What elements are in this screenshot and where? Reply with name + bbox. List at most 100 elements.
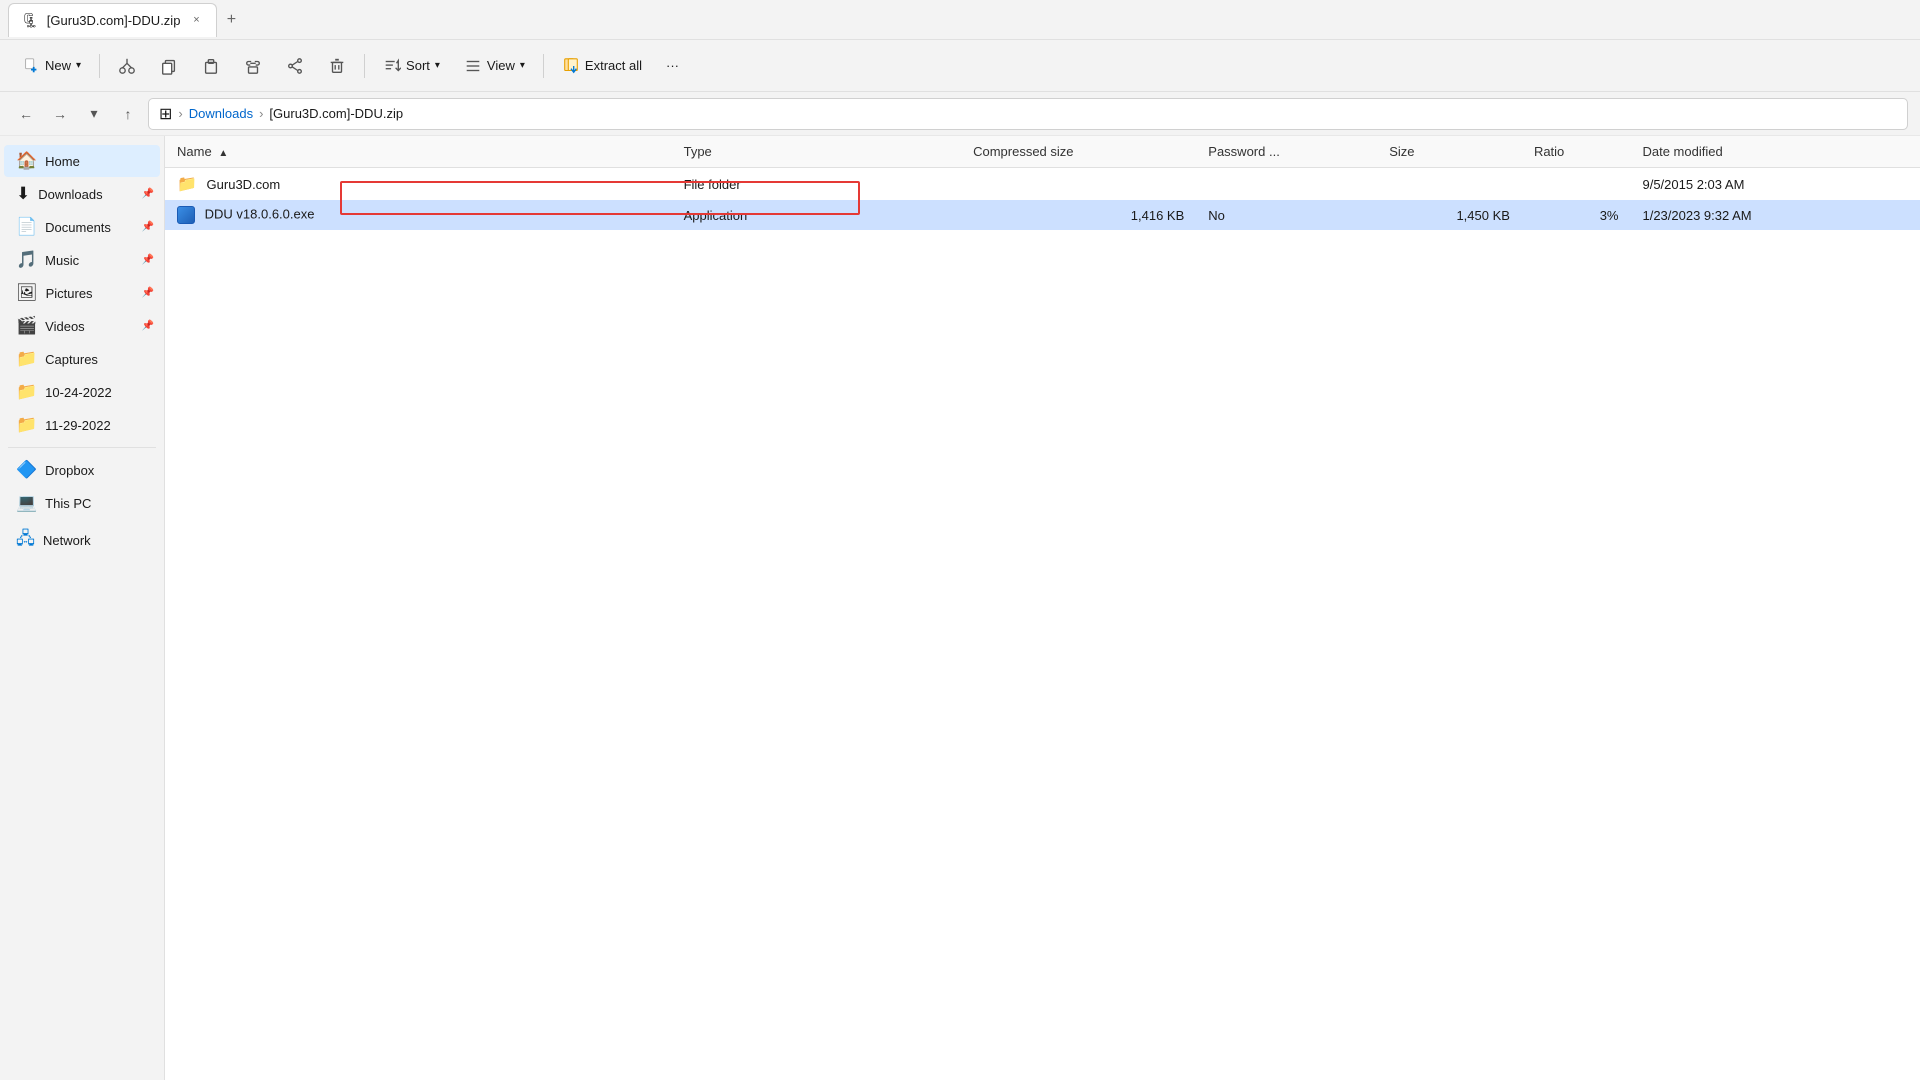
share-button[interactable] [276, 51, 314, 81]
recent-button[interactable]: ▾ [80, 100, 108, 128]
tab-close-button[interactable]: × [188, 12, 204, 28]
thispc-icon: 💻 [16, 493, 37, 513]
cell-type-guru3d: File folder [672, 168, 961, 201]
cell-compressed-ddu: 1,416 KB [961, 200, 1196, 230]
forward-button[interactable]: → [46, 100, 74, 128]
view-label: View [487, 58, 515, 73]
sidebar-network-label: Network [43, 533, 91, 548]
paste-icon [202, 57, 220, 75]
sort-label: Sort [406, 58, 430, 73]
sidebar-pictures-label: Pictures [46, 286, 93, 301]
sidebar-10242022-label: 10-24-2022 [45, 385, 112, 400]
pictures-pin-icon: 📌 [142, 288, 154, 299]
tab[interactable]: 🗜 [Guru3D.com]-DDU.zip × [8, 3, 217, 37]
videos-pin-icon: 📌 [142, 321, 154, 332]
cell-ratio-guru3d [1522, 168, 1631, 201]
breadcrumb-sep-2: › [259, 106, 263, 121]
sort-button[interactable]: Sort ▾ [373, 51, 450, 81]
col-header-password[interactable]: Password ... [1196, 136, 1377, 168]
sidebar-item-documents[interactable]: 📄 Documents 📌 [4, 211, 160, 243]
sidebar-item-captures[interactable]: 📁 Captures [4, 343, 160, 375]
sidebar-downloads-label: Downloads [38, 187, 102, 202]
table-row[interactable]: 📁 Guru3D.com File folder 9/5/2015 2:03 A… [165, 168, 1920, 201]
breadcrumb-sep-1: › [178, 106, 182, 121]
toolbar-separator-2 [364, 54, 365, 78]
sidebar-item-10242022[interactable]: 📁 10-24-2022 [4, 376, 160, 408]
folder-icon-guru3d: 📁 [177, 176, 197, 193]
home-icon: 🏠 [16, 151, 37, 171]
back-button[interactable]: ← [12, 100, 40, 128]
sidebar-captures-label: Captures [45, 352, 98, 367]
content-area: Name ▲ Type Compressed size Password ... [165, 136, 1920, 1080]
cell-size-ddu: 1,450 KB [1377, 200, 1522, 230]
new-icon [22, 57, 40, 75]
copypath-button[interactable] [234, 51, 272, 81]
sidebar-documents-label: Documents [45, 220, 111, 235]
new-chevron: ▾ [76, 60, 81, 71]
copy-icon [160, 57, 178, 75]
col-header-size[interactable]: Size [1377, 136, 1522, 168]
share-icon [286, 57, 304, 75]
sidebar-item-home[interactable]: 🏠 Home [4, 145, 160, 177]
copypath-icon [244, 57, 262, 75]
dropbox-icon: 🔷 [16, 460, 37, 480]
sidebar-item-videos[interactable]: 🎬 Videos 📌 [4, 310, 160, 342]
downloads-pin-icon: 📌 [142, 189, 154, 200]
cell-password-guru3d [1196, 168, 1377, 201]
tab-label: [Guru3D.com]-DDU.zip [47, 13, 181, 28]
col-header-ratio[interactable]: Ratio [1522, 136, 1631, 168]
paste-button[interactable] [192, 51, 230, 81]
breadcrumb-zipfile: [Guru3D.com]-DDU.zip [269, 106, 403, 121]
sidebar-item-downloads[interactable]: ⬇ Downloads 📌 [4, 178, 160, 210]
breadcrumb-downloads[interactable]: Downloads [189, 106, 253, 121]
captures-icon: 📁 [16, 349, 37, 369]
col-header-name[interactable]: Name ▲ [165, 136, 672, 168]
sidebar-item-pictures[interactable]: 🖼 Pictures 📌 [4, 277, 160, 309]
table-row[interactable]: DDU v18.0.6.0.exe Application 1,416 KB N… [165, 200, 1920, 230]
toolbar: New ▾ [0, 40, 1920, 92]
new-tab-button[interactable]: + [217, 6, 245, 34]
file-table: Name ▲ Type Compressed size Password ... [165, 136, 1920, 230]
col-header-compressed[interactable]: Compressed size [961, 136, 1196, 168]
more-button[interactable]: ··· [656, 52, 689, 79]
sidebar-item-network[interactable]: 🖧 Network [4, 520, 160, 561]
folder-1129-icon: 📁 [16, 415, 37, 435]
documents-pin-icon: 📌 [142, 222, 154, 233]
copy-button[interactable] [150, 51, 188, 81]
cell-date-guru3d: 9/5/2015 2:03 AM [1630, 168, 1920, 201]
view-button[interactable]: View ▾ [454, 51, 535, 81]
col-header-date[interactable]: Date modified [1630, 136, 1920, 168]
sidebar-item-dropbox[interactable]: 🔷 Dropbox [4, 454, 160, 486]
music-icon: 🎵 [16, 250, 37, 270]
music-pin-icon: 📌 [142, 255, 154, 266]
sidebar-music-label: Music [45, 253, 79, 268]
extract-all-label: Extract all [585, 58, 642, 73]
extract-icon [562, 57, 580, 75]
new-button[interactable]: New ▾ [12, 51, 91, 81]
sidebar-item-11292022[interactable]: 📁 11-29-2022 [4, 409, 160, 441]
sidebar-11292022-label: 11-29-2022 [45, 418, 111, 433]
breadcrumb[interactable]: ⊞ › Downloads › [Guru3D.com]-DDU.zip [148, 98, 1908, 130]
toolbar-separator-1 [99, 54, 100, 78]
sort-chevron: ▾ [435, 60, 440, 71]
cell-ratio-ddu: 3% [1522, 200, 1631, 230]
up-button[interactable]: ↑ [114, 100, 142, 128]
delete-button[interactable] [318, 51, 356, 81]
new-label: New [45, 58, 71, 73]
title-bar: 🗜 [Guru3D.com]-DDU.zip × + [0, 0, 1920, 40]
sidebar: 🏠 Home ⬇ Downloads 📌 📄 Documents 📌 🎵 Mus… [0, 136, 165, 1080]
sidebar-item-thispc[interactable]: 💻 This PC [4, 487, 160, 519]
cell-name-ddu: DDU v18.0.6.0.exe [165, 200, 672, 230]
videos-icon: 🎬 [16, 316, 37, 336]
cell-name-guru3d: 📁 Guru3D.com [165, 168, 672, 201]
documents-icon: 📄 [16, 217, 37, 237]
folder-1024-icon: 📁 [16, 382, 37, 402]
cell-compressed-guru3d [961, 168, 1196, 201]
sidebar-item-music[interactable]: 🎵 Music 📌 [4, 244, 160, 276]
cell-size-guru3d [1377, 168, 1522, 201]
cell-date-ddu: 1/23/2023 9:32 AM [1630, 200, 1920, 230]
app-icon-ddu [177, 206, 195, 224]
cut-button[interactable] [108, 51, 146, 81]
col-header-type[interactable]: Type [672, 136, 961, 168]
extract-all-button[interactable]: Extract all [552, 51, 652, 81]
